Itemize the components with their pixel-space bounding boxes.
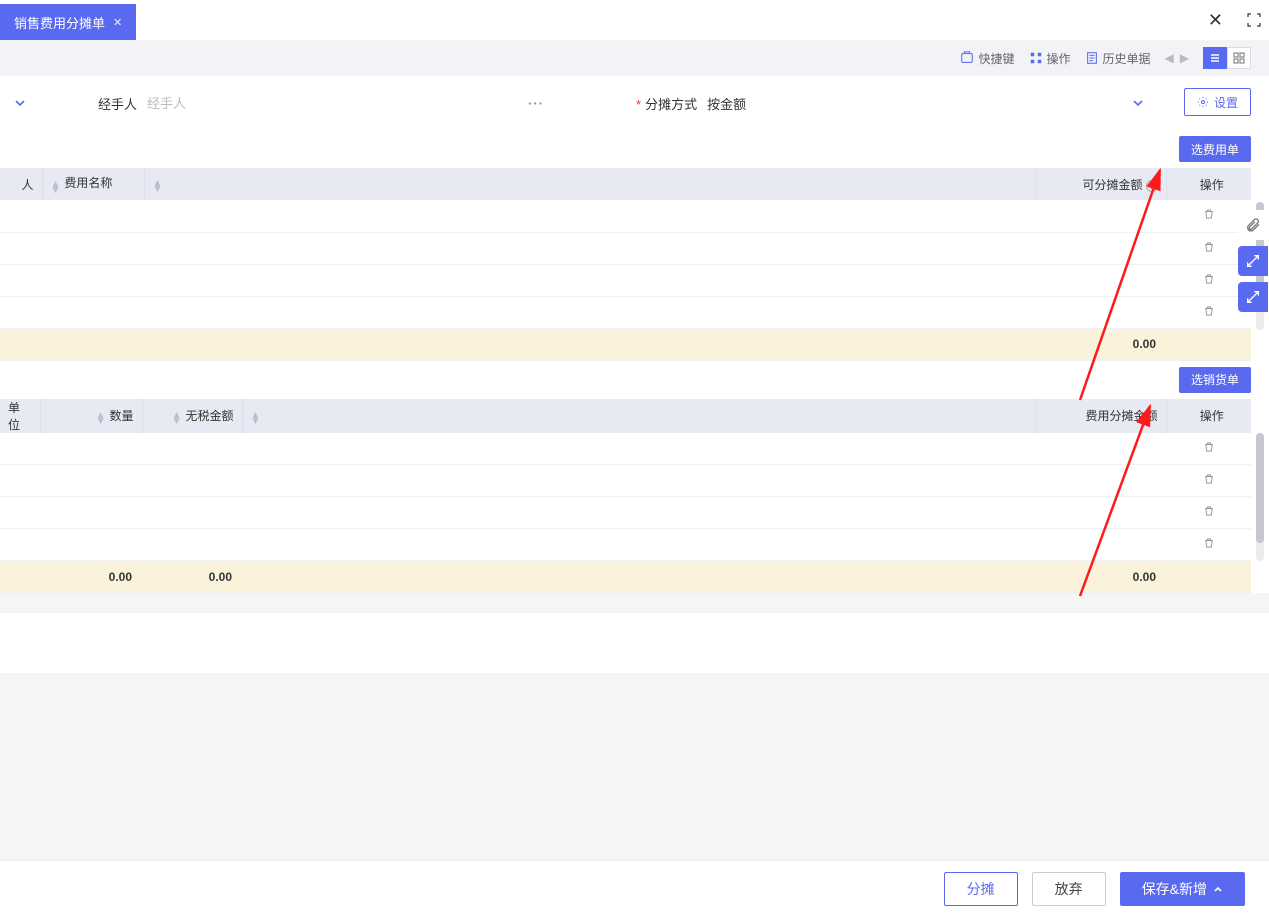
discard-button[interactable]: 放弃 (1032, 872, 1106, 906)
table1-total-allocatable: 0.00 (1036, 328, 1166, 360)
table1-col-blank[interactable] (144, 168, 1036, 200)
allocate-button[interactable]: 分摊 (944, 872, 1018, 906)
table-row[interactable] (0, 200, 1251, 232)
toolbar: 快捷键 操作 历史单据 ◀ ▶ (0, 40, 1269, 76)
table-row[interactable] (0, 232, 1251, 264)
right-float-tools (1237, 210, 1269, 312)
table1-col-name-label: 费用名称 (64, 176, 112, 190)
table2-col-unit-label: 单位 (8, 401, 20, 432)
table2-total-row: 0.00 0.00 0.00 (0, 561, 1251, 593)
table2-col-qty[interactable]: 数量 (40, 399, 142, 433)
trash-icon[interactable] (1203, 306, 1215, 320)
method-value[interactable]: 按金额 (707, 94, 1027, 113)
trash-icon[interactable] (1203, 274, 1215, 288)
table2-col-unit[interactable]: 单位 (0, 399, 40, 433)
toolbar-shortcut[interactable]: 快捷键 (960, 50, 1014, 67)
table2-col-blank[interactable] (242, 399, 1036, 433)
select-expense-button[interactable]: 选费用单 (1179, 136, 1251, 162)
fullscreen-icon[interactable] (1245, 9, 1263, 31)
table1-col-allocatable[interactable]: 可分摊金额? (1036, 168, 1166, 200)
separator (0, 593, 1269, 613)
table-row[interactable] (0, 465, 1251, 497)
toolbar-ops[interactable]: 操作 (1029, 50, 1071, 67)
settings-label: 设置 (1214, 94, 1238, 111)
table2-wrap: 单位 数量 无税金额 费用分摊金额 操作 0.00 0.00 0.00 (0, 399, 1269, 594)
table1-col-op: 操作 (1166, 168, 1251, 200)
table1-col-client-label: 人 (21, 178, 33, 192)
toolbar-history[interactable]: 历史单据 (1085, 50, 1151, 67)
sort-icon[interactable] (51, 182, 61, 194)
table2-col-notax-label: 无税金额 (185, 407, 233, 424)
method-chevron-icon[interactable] (1124, 89, 1152, 117)
table1-col-op-label: 操作 (1200, 178, 1224, 192)
nav-arrows: ◀ ▶ (1165, 51, 1189, 65)
trash-icon[interactable] (1203, 506, 1215, 520)
close-icon[interactable]: ✕ (113, 16, 122, 29)
sort-icon[interactable] (96, 413, 106, 425)
table1-total-row: 0.00 (0, 328, 1251, 360)
table2-scrollbar[interactable] (1256, 433, 1264, 561)
table2-col-op: 操作 (1166, 399, 1251, 433)
table1-col-name[interactable]: 费用名称 (42, 168, 144, 200)
table-row[interactable] (0, 529, 1251, 561)
info-icon[interactable]: ? (1146, 180, 1158, 192)
toolbar-ops-label: 操作 (1047, 50, 1071, 67)
panel-close-icon[interactable]: ✕ (1200, 6, 1231, 35)
section1-buttons: 选费用单 (0, 130, 1269, 168)
table2-total-notax: 0.00 (142, 561, 242, 593)
table1-wrap: 人 费用名称 可分摊金额? 操作 0.00 (0, 168, 1269, 361)
nav-next-icon[interactable]: ▶ (1180, 51, 1189, 65)
table2-total-alloc: 0.00 (1036, 561, 1166, 593)
table1-col-alloc-label: 可分摊金额 (1082, 178, 1142, 192)
chevron-up-icon (1213, 884, 1223, 894)
trash-icon[interactable] (1203, 442, 1215, 456)
attachment-icon[interactable] (1238, 210, 1268, 240)
expand-in-icon[interactable] (1238, 282, 1268, 312)
trash-icon[interactable] (1203, 209, 1215, 223)
sort-icon[interactable] (153, 181, 163, 193)
tab-active[interactable]: 销售费用分摊单 ✕ (0, 4, 136, 40)
table2-col-qty-label: 数量 (109, 407, 133, 424)
lower-panel (0, 613, 1269, 673)
form-row: 经手人 ··· *分摊方式 按金额 设置 (0, 76, 1269, 130)
table2-col-alloc[interactable]: 费用分摊金额 (1036, 399, 1166, 433)
tab-title: 销售费用分摊单 (14, 13, 105, 32)
tab-bar: 销售费用分摊单 ✕ ✕ (0, 0, 1269, 40)
table-row[interactable] (0, 433, 1251, 465)
table2-total-qty: 0.00 (40, 561, 142, 593)
handler-label: 经手人 (98, 94, 137, 113)
table1: 人 费用名称 可分摊金额? 操作 0.00 (0, 168, 1251, 361)
table-row[interactable] (0, 497, 1251, 529)
view-list-button[interactable] (1203, 47, 1227, 69)
select-sales-button[interactable]: 选销货单 (1179, 367, 1251, 393)
toolbar-history-label: 历史单据 (1103, 50, 1151, 67)
section2-buttons: 选销货单 (0, 361, 1269, 399)
trash-icon[interactable] (1203, 474, 1215, 488)
expand-out-icon[interactable] (1238, 246, 1268, 276)
handler-lookup-icon[interactable]: ··· (528, 96, 544, 111)
table2-col-alloc-label: 费用分摊金额 (1085, 407, 1157, 424)
table1-col-client[interactable]: 人 (0, 168, 42, 200)
table2: 单位 数量 无税金额 费用分摊金额 操作 0.00 0.00 0.00 (0, 399, 1251, 594)
table-row[interactable] (0, 296, 1251, 328)
view-grid-button[interactable] (1227, 47, 1251, 69)
scroll-thumb[interactable] (1256, 433, 1264, 543)
trash-icon[interactable] (1203, 538, 1215, 552)
sort-icon[interactable] (172, 413, 182, 425)
trash-icon[interactable] (1203, 242, 1215, 256)
toolbar-shortcut-label: 快捷键 (978, 50, 1014, 67)
nav-prev-icon[interactable]: ◀ (1165, 51, 1174, 65)
save-new-button[interactable]: 保存&新增 (1120, 872, 1245, 906)
sort-icon[interactable] (251, 413, 261, 425)
save-new-label: 保存&新增 (1142, 879, 1207, 899)
handler-input[interactable] (147, 96, 407, 111)
method-label: *分摊方式 (636, 94, 697, 113)
table2-col-op-label: 操作 (1200, 409, 1224, 423)
footer-actions: 分摊 放弃 保存&新增 (0, 860, 1269, 916)
settings-button[interactable]: 设置 (1184, 88, 1251, 116)
method-label-text: 分摊方式 (645, 97, 697, 112)
table-row[interactable] (0, 264, 1251, 296)
chevron-down-icon[interactable] (6, 89, 34, 117)
table2-col-notax[interactable]: 无税金额 (142, 399, 242, 433)
